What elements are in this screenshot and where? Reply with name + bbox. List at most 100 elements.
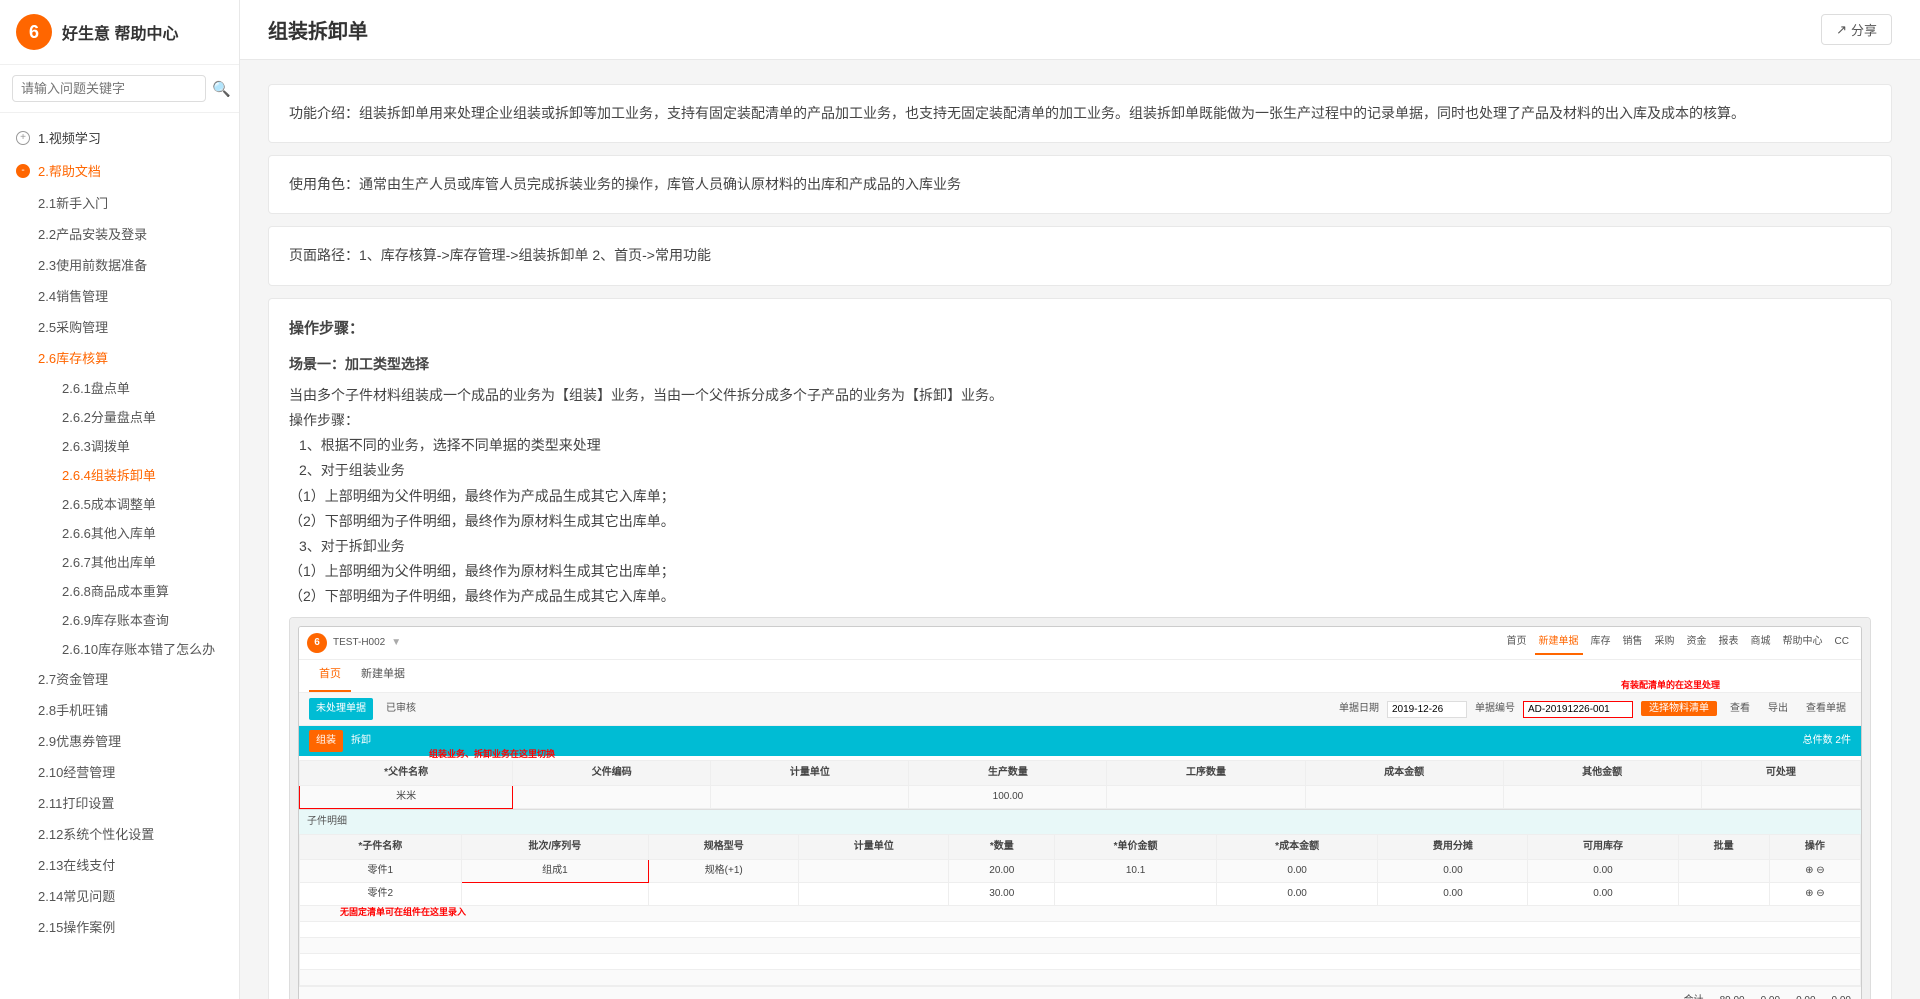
mock-lcol-spec: 规格型号 bbox=[649, 835, 799, 860]
mock-lcell-c1: 0.00 bbox=[1216, 860, 1378, 883]
nav-item-2.6.8[interactable]: 2.6.8商品成本重算 bbox=[54, 576, 239, 605]
nav-sub-2.10[interactable]: 2.10经营管理 bbox=[38, 756, 239, 787]
mock-nav-new: 新建单据 bbox=[1535, 631, 1583, 655]
step3: 3、对于拆卸业务 bbox=[289, 534, 1871, 559]
nav-sub-2.14[interactable]: 2.14常见问题 bbox=[38, 880, 239, 911]
nav-category-2[interactable]: - 2.帮助文档 bbox=[0, 154, 239, 187]
mock-num-input[interactable] bbox=[1523, 701, 1633, 718]
nav-item-2.6.7[interactable]: 2.6.7其他出库单 bbox=[54, 547, 239, 576]
nav-sub-2.11[interactable]: 2.11打印设置 bbox=[38, 787, 239, 818]
step3-sub2: （2）下部明细为子件明细，最终作为产成品生成其它入库单。 bbox=[289, 584, 1871, 609]
nav-sub-2.12[interactable]: 2.12系统个性化设置 bbox=[38, 818, 239, 849]
mock-lcell-a1: 0.00 bbox=[1378, 860, 1528, 883]
mock-lcell-p2 bbox=[1055, 883, 1217, 906]
mock-lcol-alloc: 费用分摊 bbox=[1378, 835, 1528, 860]
nav-item-2.6.10[interactable]: 2.6.10库存账本错了怎么办 bbox=[54, 634, 239, 663]
mock-footer-label: 合计 bbox=[1684, 992, 1704, 999]
nav-sub-2.7[interactable]: 2.7资金管理 bbox=[38, 663, 239, 694]
screenshot: 6 TEST-H002 ▼ 首页 新建单据 库存 销售 采购 资金 bbox=[289, 617, 1871, 999]
mock-lower-row-5 bbox=[300, 938, 1861, 954]
mock-lcol-batch2: 批量 bbox=[1678, 835, 1769, 860]
nav-sub-2.15[interactable]: 2.15操作案例 bbox=[38, 911, 239, 942]
nav-sub-2.3[interactable]: 2.3使用前数据准备 bbox=[38, 249, 239, 280]
mock-cell-unit bbox=[711, 786, 909, 809]
mock-nav-report: 报表 bbox=[1715, 631, 1743, 655]
share-button[interactable]: ↗ 分享 bbox=[1821, 14, 1892, 45]
nav-sub-2.1[interactable]: 2.1新手入门 bbox=[38, 187, 239, 218]
scene1-title: 场景一：加工类型选择 bbox=[289, 352, 1871, 377]
step2-sub1: （1）上部明细为父件明细，最终作为产成品生成其它入库单； bbox=[289, 484, 1871, 509]
nav-sub-2.6-items: 2.6.1盘点单 2.6.2分量盘点单 2.6.3调拨单 2.6.4组装拆卸单 … bbox=[38, 373, 239, 663]
mock-tab-newbill: 新建单据 bbox=[351, 660, 415, 692]
nav-sub-2.13[interactable]: 2.13在线支付 bbox=[38, 849, 239, 880]
mock-col-cost: 成本金额 bbox=[1305, 761, 1503, 786]
search-input[interactable] bbox=[12, 75, 206, 102]
nav-item-2.6.5[interactable]: 2.6.5成本调整单 bbox=[54, 489, 239, 518]
nav-item-2.6.3[interactable]: 2.6.3调拨单 bbox=[54, 431, 239, 460]
mock-btn-more: 查看单据 bbox=[1801, 698, 1851, 720]
mock-cell-code bbox=[513, 786, 711, 809]
mock-col-parent-code: 父件编码 bbox=[513, 761, 711, 786]
mock-toolbar-area: 未处理单据 已审核 单据日期 单据编号 有装配清单的在这里处理 选择物料清单 bbox=[299, 693, 1861, 726]
mock-lower-label: 子件明细 bbox=[307, 813, 347, 831]
nav-sub-2.4[interactable]: 2.4销售管理 bbox=[38, 280, 239, 311]
nav-list: + 1.视频学习 - 2.帮助文档 2.1新手入门 2.2产品安装及登录 2.3… bbox=[0, 113, 239, 999]
nav-item-2.6.1[interactable]: 2.6.1盘点单 bbox=[54, 373, 239, 402]
logo-icon: 6 bbox=[16, 14, 52, 50]
nav-item-2.6.2[interactable]: 2.6.2分量盘点单 bbox=[54, 402, 239, 431]
mock-lower-row-3: 无固定清单可在组件在这里录入 bbox=[300, 906, 1861, 922]
mock-lcol-batch: 批次/序列号 bbox=[461, 835, 649, 860]
mock-lcell-q2: 30.00 bbox=[949, 883, 1055, 906]
mock-date-input[interactable] bbox=[1387, 701, 1467, 718]
steps-title: 操作步骤： bbox=[289, 315, 1871, 342]
mock-nav-fund: 资金 bbox=[1683, 631, 1711, 655]
mock-btn-matlist: 选择物料清单 bbox=[1641, 701, 1717, 716]
mock-nav: 首页 新建单据 库存 销售 采购 资金 报表 商城 帮助中心 CC bbox=[1503, 631, 1853, 655]
nav-sub-2.6[interactable]: 2.6库存核算 bbox=[38, 342, 239, 373]
mock-lower-header: 子件明细 bbox=[299, 809, 1861, 834]
mock-lcell-op2: ⊕ ⊖ bbox=[1769, 883, 1860, 906]
steps-card: 操作步骤： 场景一：加工类型选择 当由多个子件材料组装成一个成品的业务为【组装】… bbox=[268, 298, 1892, 999]
mock-nav-home: 首页 bbox=[1503, 631, 1531, 655]
mock-lower-row-7 bbox=[300, 970, 1861, 986]
path-text: 页面路径：1、库存核算->库存管理->组装拆卸单 2、首页->常用功能 bbox=[289, 243, 1871, 268]
nav-sub-2.5[interactable]: 2.5采购管理 bbox=[38, 311, 239, 342]
nav-item-2.6.9[interactable]: 2.6.9库存账本查询 bbox=[54, 605, 239, 634]
mock-col-process-qty: 工序数量 bbox=[1107, 761, 1305, 786]
mock-col-produce-qty: 生产数量 bbox=[909, 761, 1107, 786]
mock-lcell-bt1 bbox=[1678, 860, 1769, 883]
mock-cell-oamt bbox=[1503, 786, 1701, 809]
mock-col-processable: 可处理 bbox=[1701, 761, 1860, 786]
mock-lcell-name2: 零件2 bbox=[300, 883, 462, 906]
mock-nav-cc: CC bbox=[1831, 631, 1853, 655]
expand-icon-2: - bbox=[16, 164, 30, 178]
mock-nav-purchase: 采购 bbox=[1651, 631, 1679, 655]
role-card: 使用角色：通常由生产人员或库管人员完成拆装业务的操作，库管人员确认原材料的出库和… bbox=[268, 155, 1892, 214]
nav-item-2.6.6[interactable]: 2.6.6其他入库单 bbox=[54, 518, 239, 547]
annotation-text-1: 有装配清单的在这里处理 bbox=[1621, 677, 1720, 693]
annotation-text-4: 无固定清单可在组件在这里录入 bbox=[340, 904, 466, 920]
nav-sub-2.2[interactable]: 2.2产品安装及登录 bbox=[38, 218, 239, 249]
mock-nav-stock: 库存 bbox=[1587, 631, 1615, 655]
mock-lcell-c2: 0.00 bbox=[1216, 883, 1378, 906]
nav-category-1[interactable]: + 1.视频学习 bbox=[0, 121, 239, 154]
mock-lcell-name1: 零件1 bbox=[300, 860, 462, 883]
search-button[interactable]: 🔍 bbox=[212, 80, 231, 98]
page-title: 组装拆卸单 bbox=[268, 15, 368, 44]
mock-footer: 合计 89.00 0.00 0.00 0.00 bbox=[299, 986, 1861, 999]
mock-topbar: 6 TEST-H002 ▼ 首页 新建单据 库存 销售 采购 资金 bbox=[299, 627, 1861, 660]
mock-company: TEST-H002 bbox=[333, 634, 385, 652]
content-area: 功能介绍：组装拆卸单用来处理企业组装或拆卸等加工业务，支持有固定装配清单的产品加… bbox=[240, 60, 1920, 999]
search-box: 🔍 bbox=[0, 65, 239, 113]
mock-cell-name: 米米 bbox=[300, 786, 513, 809]
nav-item-2.6.4[interactable]: 2.6.4组装拆卸单 bbox=[54, 460, 239, 489]
mock-lcell-q1: 20.00 bbox=[949, 860, 1055, 883]
intro-card: 功能介绍：组装拆卸单用来处理企业组装或拆卸等加工业务，支持有固定装配清单的产品加… bbox=[268, 84, 1892, 143]
mock-lcell-op1: ⊕ ⊖ bbox=[1769, 860, 1860, 883]
intro-text: 功能介绍：组装拆卸单用来处理企业组装或拆卸等加工业务，支持有固定装配清单的产品加… bbox=[289, 101, 1871, 126]
mock-lcell-bt2 bbox=[1678, 883, 1769, 906]
nav-sub-2.8[interactable]: 2.8手机旺铺 bbox=[38, 694, 239, 725]
nav-sub-2.9[interactable]: 2.9优惠券管理 bbox=[38, 725, 239, 756]
mock-nav-help: 帮助中心 bbox=[1779, 631, 1827, 655]
mock-dropdown-icon: ▼ bbox=[391, 634, 401, 652]
